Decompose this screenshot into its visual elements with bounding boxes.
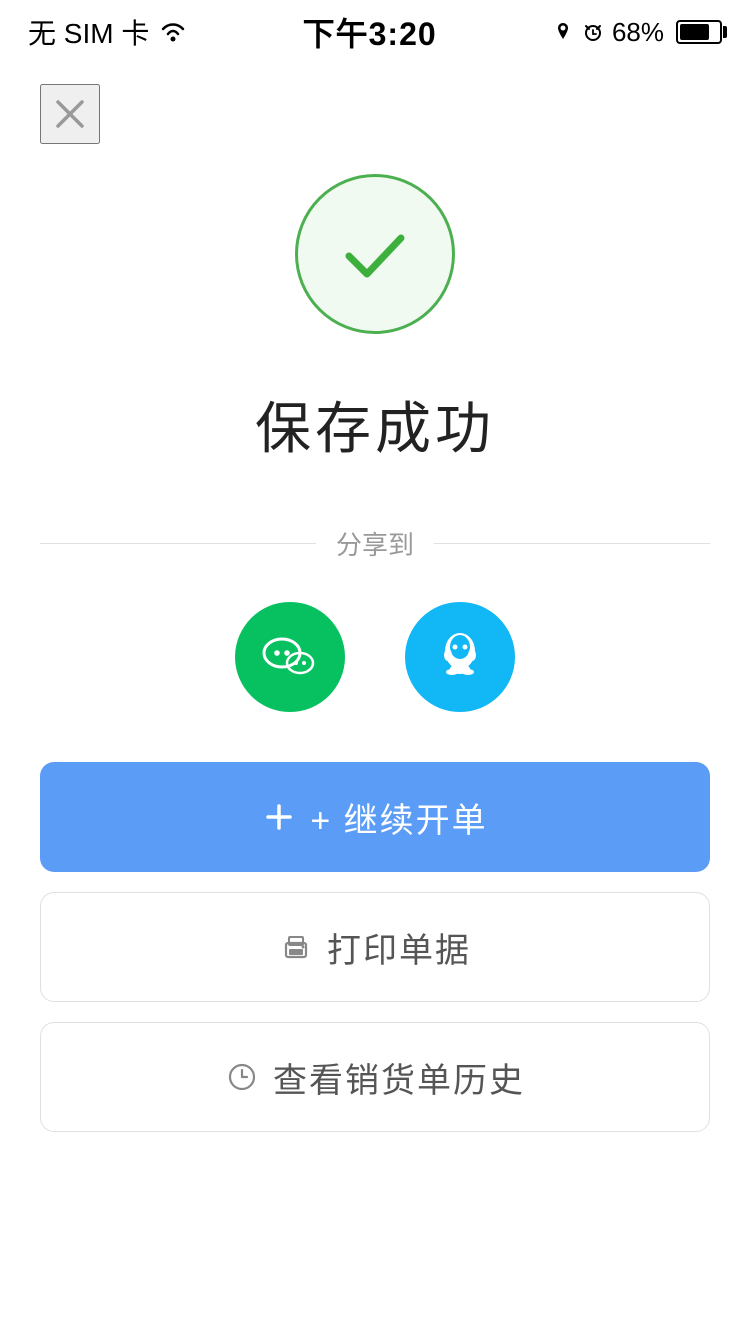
- main-content: 保存成功 分享到: [0, 64, 750, 1172]
- printer-icon: [279, 930, 313, 964]
- share-section: 分享到: [40, 525, 710, 712]
- alarm-icon: [582, 21, 604, 43]
- battery-icon: [676, 20, 722, 44]
- sim-label: 无 SIM 卡: [28, 12, 149, 52]
- divider-left: [40, 543, 316, 544]
- wechat-icon: [258, 625, 322, 689]
- print-label: 打印单据: [327, 923, 471, 972]
- battery-percent: 68%: [612, 17, 664, 48]
- qq-icon: [428, 625, 492, 689]
- share-label: 分享到: [336, 525, 414, 562]
- continue-label: + 继续开单: [310, 793, 487, 842]
- status-bar: 无 SIM 卡 下午3:20 68%: [0, 0, 750, 64]
- action-buttons: + 继续开单 打印单据 查看销货单历史: [40, 762, 710, 1132]
- close-button[interactable]: [40, 84, 100, 144]
- share-icons: [40, 602, 710, 712]
- checkmark-icon: [335, 214, 415, 294]
- status-left: 无 SIM 卡: [28, 12, 187, 52]
- wifi-icon: [159, 21, 187, 43]
- divider-right: [434, 543, 710, 544]
- status-right: 68%: [552, 17, 722, 48]
- success-title: 保存成功: [255, 384, 495, 465]
- share-divider: 分享到: [40, 525, 710, 562]
- success-icon-circle: [295, 174, 455, 334]
- status-time: 下午3:20: [303, 9, 437, 55]
- history-icon: [225, 1060, 259, 1094]
- location-icon: [552, 21, 574, 43]
- history-label: 查看销货单历史: [273, 1053, 525, 1102]
- wechat-share-button[interactable]: [235, 602, 345, 712]
- close-icon: [52, 96, 88, 132]
- history-button[interactable]: 查看销货单历史: [40, 1022, 710, 1132]
- print-button[interactable]: 打印单据: [40, 892, 710, 1002]
- continue-button[interactable]: + 继续开单: [40, 762, 710, 872]
- plus-icon: [262, 800, 296, 834]
- qq-share-button[interactable]: [405, 602, 515, 712]
